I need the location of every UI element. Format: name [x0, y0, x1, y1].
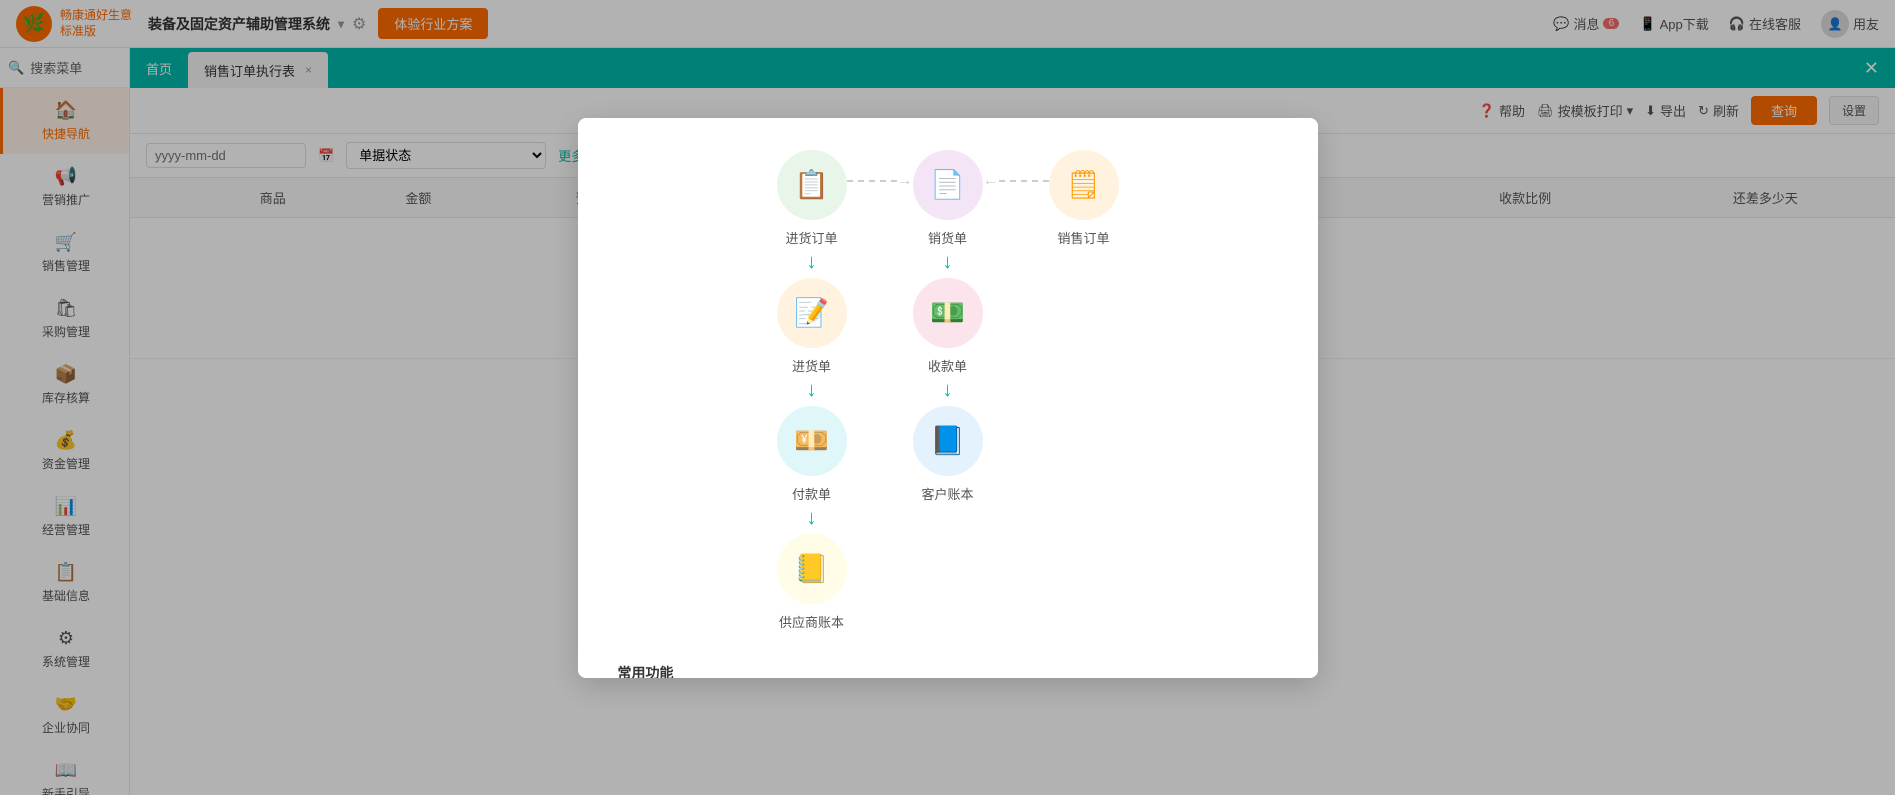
flow-node-supplier-ledger[interactable]: 📒 供应商账本: [777, 534, 847, 631]
supplier-ledger-icon: 📒: [777, 534, 847, 604]
flow-connector-right: ←: [983, 172, 1049, 190]
flow-diagram: 📋 进货订单 ↓ 📝 进货单 ↓ 💴 付款单 ↓: [618, 150, 1278, 631]
flow-node-sales-order[interactable]: 🗒 销售订单: [1049, 150, 1119, 247]
sales-bill-icon: 📄: [913, 150, 983, 220]
app-container: 🌿 畅康通好生意 标准版 装备及固定资产辅助管理系统 ▾ ⚙ 体验行业方案 💬 …: [0, 0, 1895, 795]
customer-ledger-icon: 📘: [913, 406, 983, 476]
left-arrow-2: ←: [983, 172, 999, 190]
arrow-down-2: ↓: [807, 379, 817, 402]
arrow-down-3: ↓: [807, 507, 817, 530]
flow-node-purchase-bill[interactable]: 📝 进货单: [777, 278, 847, 375]
receipt-icon: 💵: [913, 278, 983, 348]
purchase-order-icon: 📋: [777, 150, 847, 220]
purchase-bill-icon: 📝: [777, 278, 847, 348]
flow-col-sales-order: 🗒 销售订单: [1049, 150, 1119, 247]
payment-icon: 💴: [777, 406, 847, 476]
dashed-line-2: [999, 180, 1049, 182]
flow-node-payment[interactable]: 💴 付款单: [777, 406, 847, 503]
arrow-down-1: ↓: [807, 251, 817, 274]
right-arrow-1: →: [897, 172, 913, 190]
sales-order-icon: 🗒: [1049, 150, 1119, 220]
common-functions-title: 常用功能: [618, 663, 1278, 678]
arrow-down-5: ↓: [943, 379, 953, 402]
common-functions: 常用功能 商品 往来单位 现存量(库存状况表) 现存量(库存分布表) 销售毛利分…: [618, 663, 1278, 678]
flow-node-purchase-order[interactable]: 📋 进货订单: [777, 150, 847, 247]
flow-node-receipt[interactable]: 💵 收款单: [913, 278, 983, 375]
arrow-down-4: ↓: [943, 251, 953, 274]
flow-node-customer-ledger[interactable]: 📘 客户账本: [913, 406, 983, 503]
flow-col-left: 📋 进货订单 ↓ 📝 进货单 ↓ 💴 付款单 ↓: [777, 150, 847, 631]
modal-content: 📋 进货订单 ↓ 📝 进货单 ↓ 💴 付款单 ↓: [578, 118, 1318, 678]
flow-col-right: 📄 销货单 ↓ 💵 收款单 ↓ 📘 客户账本: [913, 150, 983, 503]
dashed-line-1: [847, 180, 897, 182]
modal: 📋 进货订单 ↓ 📝 进货单 ↓ 💴 付款单 ↓: [578, 118, 1318, 678]
modal-overlay[interactable]: 📋 进货订单 ↓ 📝 进货单 ↓ 💴 付款单 ↓: [0, 0, 1895, 795]
flow-connector-left: →: [847, 172, 913, 190]
flow-node-sales-bill[interactable]: 📄 销货单: [913, 150, 983, 247]
